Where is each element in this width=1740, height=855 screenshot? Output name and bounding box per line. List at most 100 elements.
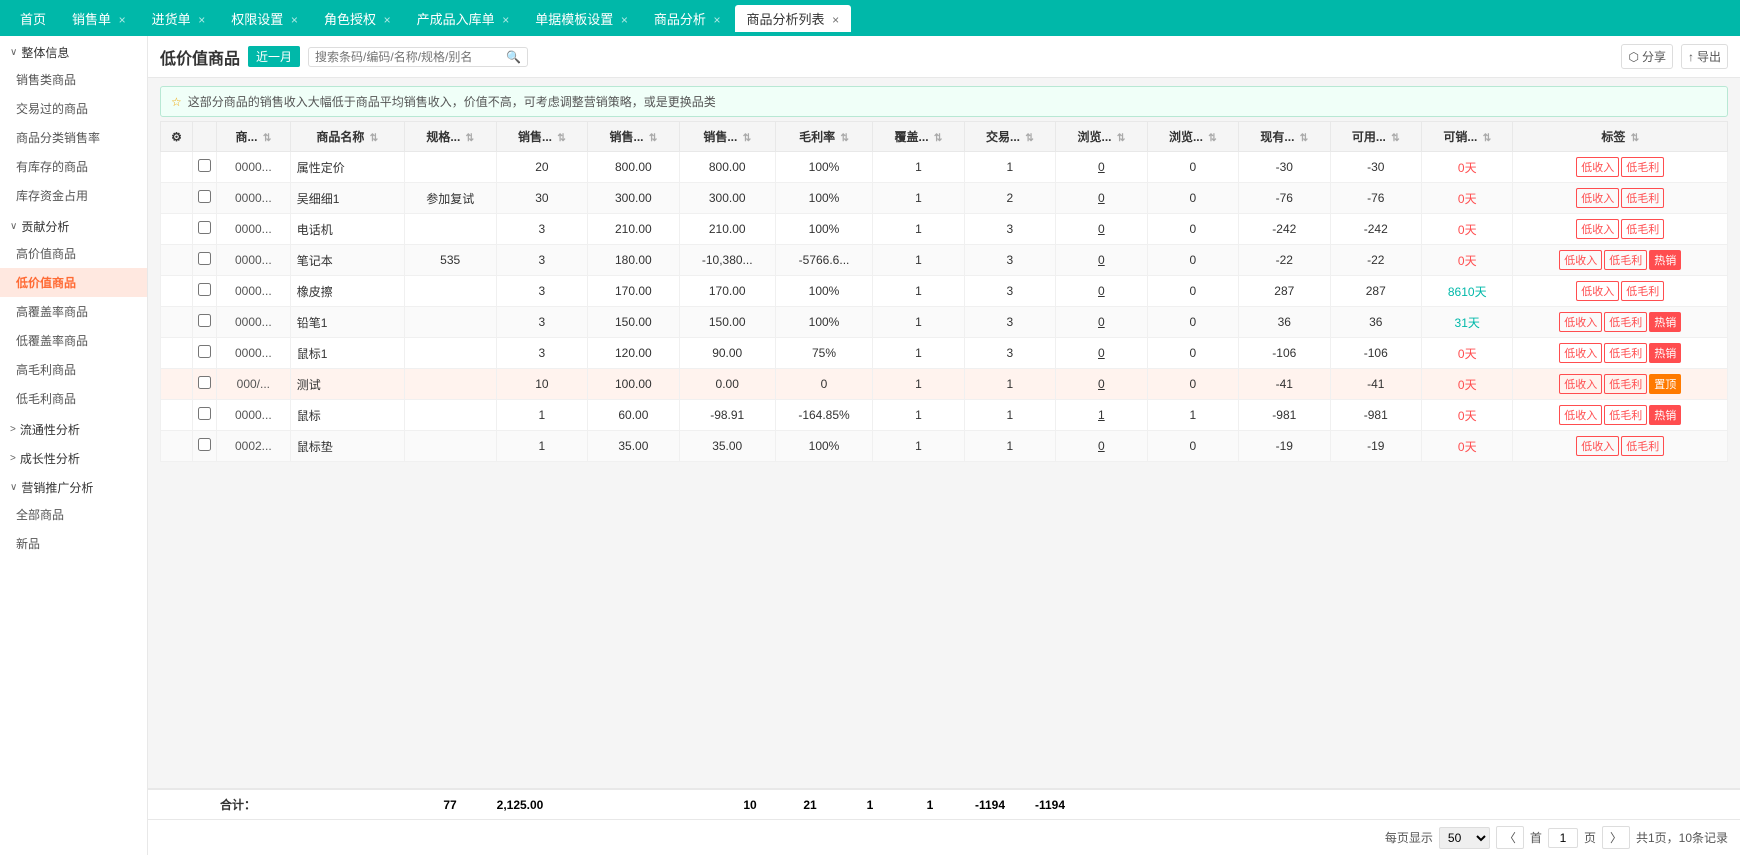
row-checkbox[interactable] (198, 376, 211, 389)
nav-product-entry[interactable]: 产成品入库单 × (405, 5, 522, 32)
browse-link[interactable]: 0 (1098, 377, 1105, 391)
nav-sales[interactable]: 销售单 × (60, 5, 138, 32)
nav-home[interactable]: 首页 (8, 5, 58, 32)
close-icon[interactable]: × (502, 13, 509, 27)
checkbox-cell[interactable] (193, 276, 217, 307)
page-size-select[interactable]: 50 100 200 (1439, 827, 1490, 849)
browse-link[interactable]: 0 (1098, 253, 1105, 267)
sidebar-item-traded-products[interactable]: 交易过的商品 (0, 94, 147, 123)
sidebar-item-sales-products[interactable]: 销售类商品 (0, 65, 147, 94)
row-checkbox[interactable] (198, 159, 211, 172)
browse1-cell[interactable]: 0 (1056, 276, 1147, 307)
browse-link[interactable]: 0 (1098, 315, 1105, 329)
checkbox-cell[interactable] (193, 183, 217, 214)
first-page-button[interactable]: 〈 (1496, 826, 1524, 849)
browse1-cell[interactable]: 0 (1056, 307, 1147, 338)
stock2-col-header[interactable]: 可用... ⇅ (1330, 122, 1421, 152)
sidebar-item-inventory-products[interactable]: 有库存的商品 (0, 152, 147, 181)
search-input[interactable] (315, 50, 502, 64)
browse1-col-header[interactable]: 浏览... ⇅ (1056, 122, 1147, 152)
nav-role-auth[interactable]: 角色授权 × (312, 5, 403, 32)
checkbox-cell[interactable] (193, 338, 217, 369)
checkbox-cell[interactable] (193, 152, 217, 183)
close-icon[interactable]: × (621, 13, 628, 27)
row-checkbox[interactable] (198, 345, 211, 358)
settings-col-header[interactable]: ⚙ (161, 122, 193, 152)
stock1-col-header[interactable]: 现有... ⇅ (1239, 122, 1330, 152)
close-icon[interactable]: × (119, 13, 126, 27)
browse1-cell[interactable]: 0 (1056, 152, 1147, 183)
browse-link[interactable]: 0 (1098, 191, 1105, 205)
nav-product-analysis[interactable]: 商品分析 × (642, 5, 733, 32)
row-checkbox[interactable] (198, 221, 211, 234)
row-checkbox[interactable] (198, 190, 211, 203)
sidebar-item-low-coverage[interactable]: 低覆盖率商品 (0, 326, 147, 355)
sidebar-item-high-value[interactable]: 高价值商品 (0, 239, 147, 268)
next-page-button[interactable]: 〉 (1602, 826, 1630, 849)
sidebar-group-marketing[interactable]: ∨ 营销推广分析 (0, 471, 147, 500)
checkbox-cell[interactable] (193, 245, 217, 276)
share-button[interactable]: ⬡ 分享 (1621, 44, 1673, 69)
tags-col-header[interactable]: 标签 ⇅ (1513, 122, 1728, 152)
browse1-cell[interactable]: 0 (1056, 214, 1147, 245)
period-button[interactable]: 近一月 (248, 46, 300, 67)
sale1-col-header[interactable]: 销售... ⇅ (496, 122, 587, 152)
search-icon[interactable]: 🔍 (506, 50, 521, 64)
browse2-col-header[interactable]: 浏览... ⇅ (1147, 122, 1238, 152)
cover-col-header[interactable]: 覆盖... ⇅ (873, 122, 964, 152)
browse-link[interactable]: 0 (1098, 222, 1105, 236)
sidebar-group-growth[interactable]: > 成长性分析 (0, 442, 147, 471)
spec-col-header[interactable]: 规格... ⇅ (404, 122, 496, 152)
sidebar-item-category-sales[interactable]: 商品分类销售率 (0, 123, 147, 152)
browse-link[interactable]: 0 (1098, 346, 1105, 360)
name-col-header[interactable]: 商品名称 ⇅ (290, 122, 404, 152)
browse1-cell[interactable]: 0 (1056, 369, 1147, 400)
code-col-header[interactable]: 商... ⇅ (217, 122, 291, 152)
browse-link[interactable]: 1 (1098, 408, 1105, 422)
browse1-cell[interactable]: 0 (1056, 338, 1147, 369)
close-icon[interactable]: × (384, 13, 391, 27)
nav-permissions[interactable]: 权限设置 × (219, 5, 310, 32)
sidebar-group-contribution[interactable]: ∨ 贡献分析 (0, 210, 147, 239)
checkbox-cell[interactable] (193, 400, 217, 431)
page-number-input[interactable] (1548, 828, 1578, 848)
sidebar-item-high-margin[interactable]: 高毛利商品 (0, 355, 147, 384)
browse1-cell[interactable]: 1 (1056, 400, 1147, 431)
row-checkbox[interactable] (198, 438, 211, 451)
close-icon[interactable]: × (832, 13, 839, 27)
checkbox-cell[interactable] (193, 307, 217, 338)
nav-product-analysis-list[interactable]: 商品分析列表 × (735, 5, 852, 32)
sidebar-group-circulation[interactable]: > 流通性分析 (0, 413, 147, 442)
browse-link[interactable]: 0 (1098, 439, 1105, 453)
sidebar-item-new-products[interactable]: 新品 (0, 529, 147, 558)
row-checkbox[interactable] (198, 314, 211, 327)
sale3-col-header[interactable]: 销售... ⇅ (679, 122, 775, 152)
row-checkbox[interactable] (198, 407, 211, 420)
sidebar-item-high-coverage[interactable]: 高覆盖率商品 (0, 297, 147, 326)
browse1-cell[interactable]: 0 (1056, 183, 1147, 214)
stock3-col-header[interactable]: 可销... ⇅ (1422, 122, 1513, 152)
sidebar-item-low-value[interactable]: 低价值商品 (0, 268, 147, 297)
browse1-cell[interactable]: 0 (1056, 431, 1147, 462)
row-checkbox[interactable] (198, 252, 211, 265)
export-button[interactable]: ↑ 导出 (1681, 44, 1728, 69)
checkbox-cell[interactable] (193, 214, 217, 245)
nav-template-settings[interactable]: 单据模板设置 × (523, 5, 640, 32)
sale2-col-header[interactable]: 销售... ⇅ (588, 122, 679, 152)
nav-purchase[interactable]: 进货单 × (140, 5, 218, 32)
sidebar-item-all-products[interactable]: 全部商品 (0, 500, 147, 529)
trade-col-header[interactable]: 交易... ⇅ (964, 122, 1055, 152)
row-checkbox[interactable] (198, 283, 211, 296)
sidebar-group-overall[interactable]: ∨ 整体信息 (0, 36, 147, 65)
browse-link[interactable]: 0 (1098, 284, 1105, 298)
margin-col-header[interactable]: 毛利率 ⇅ (775, 122, 872, 152)
close-icon[interactable]: × (291, 13, 298, 27)
checkbox-cell[interactable] (193, 431, 217, 462)
close-icon[interactable]: × (713, 13, 720, 27)
browse1-cell[interactable]: 0 (1056, 245, 1147, 276)
sidebar-item-inventory-capital[interactable]: 库存资金占用 (0, 181, 147, 210)
close-icon[interactable]: × (198, 13, 205, 27)
sidebar-item-low-margin[interactable]: 低毛利商品 (0, 384, 147, 413)
checkbox-cell[interactable] (193, 369, 217, 400)
browse-link[interactable]: 0 (1098, 160, 1105, 174)
